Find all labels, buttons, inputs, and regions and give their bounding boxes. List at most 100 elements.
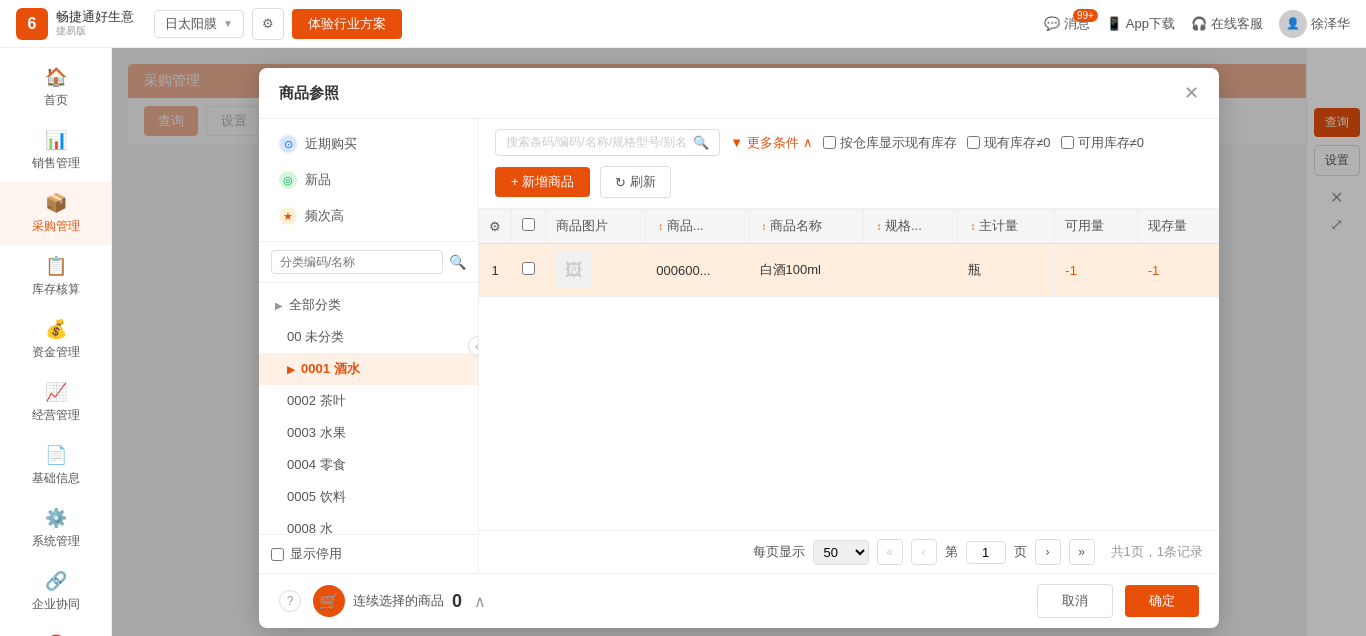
add-product-button[interactable]: + 新增商品: [495, 167, 590, 197]
cat-fruit[interactable]: 0003 水果: [259, 417, 478, 449]
modal-close-icon[interactable]: ✕: [1184, 82, 1199, 104]
sidebar-label-system: 系统管理: [32, 533, 80, 550]
sidebar-item-home[interactable]: 🏠 首页: [0, 56, 111, 119]
th-available: 可用量: [1055, 209, 1137, 244]
quick-recent-purchase[interactable]: ⊙ 近期购买: [271, 129, 466, 159]
user-item[interactable]: 👤 徐泽华: [1279, 10, 1350, 38]
app-download-item[interactable]: 📱 App下载: [1106, 15, 1175, 33]
dropdown-arrow-icon: ▼: [223, 18, 233, 29]
existing-stock-checkbox[interactable]: 现有库存≠0: [967, 134, 1050, 152]
available-stock-checkbox[interactable]: 可用库存≠0: [1061, 134, 1144, 152]
th-product-name[interactable]: ↕ 商品名称: [749, 209, 864, 244]
th-code-sort-icon: ↕: [658, 221, 663, 232]
row-code: 000600...: [646, 244, 749, 297]
sidebar-item-basicinfo[interactable]: 📄 基础信息: [0, 434, 111, 497]
messages-badge: 99+: [1073, 9, 1098, 22]
filter-collapse-icon: ∧: [803, 135, 813, 150]
row-checkbox-cell[interactable]: [512, 244, 546, 297]
show-disabled-checkbox[interactable]: 显示停用: [271, 545, 342, 563]
sidebar-label-operations: 经营管理: [32, 407, 80, 424]
quick-high-freq[interactable]: ★ 频次高: [271, 201, 466, 231]
cat-water-label: 0008 水: [287, 520, 333, 534]
table-scroll[interactable]: ⚙ 商品图片 ↕ 商品...: [479, 209, 1219, 297]
branch-dropdown[interactable]: 日太阳膜 ▼: [154, 10, 244, 38]
basicinfo-icon: 📄: [45, 444, 67, 466]
row-checkbox[interactable]: [522, 262, 535, 275]
product-search-box[interactable]: 搜索条码/编码/名称/规格型号/别名 🔍: [495, 129, 720, 156]
select-all-checkbox[interactable]: [522, 218, 535, 231]
quick-recent-label: 近期购买: [305, 135, 357, 153]
cat-tea[interactable]: 0002 茶叶: [259, 385, 478, 417]
footer-collapse-icon[interactable]: ∧: [474, 592, 486, 611]
existing-stock-input[interactable]: [967, 136, 980, 149]
sidebar-label-basicinfo: 基础信息: [32, 470, 80, 487]
ops-icon: 📈: [45, 381, 67, 403]
cat-drink[interactable]: 0005 饮料: [259, 481, 478, 513]
show-disabled-input[interactable]: [271, 548, 284, 561]
th-spec[interactable]: ↕ 规格...: [864, 209, 958, 244]
cat-liquor[interactable]: ▶ 0001 酒水: [259, 353, 478, 385]
logo-text: 畅捷通好生意: [56, 9, 134, 25]
th-unit[interactable]: ↕ 主计量: [958, 209, 1055, 244]
sidebar-item-collab[interactable]: 🔗 企业协同: [0, 560, 111, 623]
page-number-input[interactable]: [966, 541, 1006, 564]
sidebar-item-operations[interactable]: 📈 经营管理: [0, 371, 111, 434]
available-stock-input[interactable]: [1061, 136, 1074, 149]
th-stock: 现存量: [1137, 209, 1219, 244]
high-freq-icon: ★: [279, 207, 297, 225]
table-row[interactable]: 1 🖼 000600... 白酒100ml: [479, 244, 1219, 297]
filter-icon: ▼: [730, 135, 743, 150]
quick-new-product[interactable]: ◎ 新品: [271, 165, 466, 195]
more-filter-button[interactable]: ▼ 更多条件 ∧: [730, 134, 813, 152]
row-stock: -1: [1137, 244, 1219, 297]
last-page-button[interactable]: »: [1069, 539, 1095, 565]
warehouse-display-checkbox[interactable]: 按仓库显示现有库存: [823, 134, 957, 152]
sidebar-item-system[interactable]: ⚙️ 系统管理: [0, 497, 111, 560]
sidebar-item-inventory[interactable]: 📋 库存核算: [0, 245, 111, 308]
category-search-icon[interactable]: 🔍: [449, 254, 466, 270]
cancel-button[interactable]: 取消: [1037, 584, 1113, 618]
product-table-area: ⚙ 商品图片 ↕ 商品...: [479, 209, 1219, 530]
settings-icon[interactable]: ⚙: [252, 8, 284, 40]
pagination: 每页显示 50 10 20 100 « ‹ 第 页: [479, 530, 1219, 573]
category-search-input[interactable]: [271, 250, 443, 274]
confirm-button[interactable]: 确定: [1125, 585, 1199, 617]
next-page-button[interactable]: ›: [1035, 539, 1061, 565]
th-unit-sort-icon: ↕: [970, 221, 975, 232]
sidebar-item-guide[interactable]: 🎯 新手引导: [0, 623, 111, 636]
per-page-select[interactable]: 50 10 20 100: [813, 540, 869, 565]
sidebar-item-sales[interactable]: 📊 销售管理: [0, 119, 111, 182]
online-service-item[interactable]: 🎧 在线客服: [1191, 15, 1263, 33]
prev-page-button[interactable]: ‹: [911, 539, 937, 565]
messages-item[interactable]: 💬 消息 99+: [1044, 15, 1090, 33]
cart-icon[interactable]: 🛒: [313, 585, 345, 617]
collab-icon: 🔗: [45, 570, 67, 592]
cat-unclassified[interactable]: 00 未分类: [259, 321, 478, 353]
th-settings[interactable]: ⚙: [479, 209, 512, 244]
logo-icon: 6: [16, 8, 48, 40]
cat-water[interactable]: 0008 水: [259, 513, 478, 534]
refresh-button[interactable]: ↻ 刷新: [600, 166, 671, 198]
cat-all[interactable]: ▶ 全部分类: [259, 289, 478, 321]
phone-icon: 📱: [1106, 16, 1122, 31]
sidebar-item-purchase[interactable]: 📦 采购管理: [0, 182, 111, 245]
warehouse-display-input[interactable]: [823, 136, 836, 149]
refresh-label: 刷新: [630, 173, 656, 191]
product-image-placeholder: 🖼: [556, 252, 592, 288]
sales-icon: 📊: [45, 129, 67, 151]
cat-all-arrow-icon: ▶: [275, 300, 283, 311]
first-page-button[interactable]: «: [877, 539, 903, 565]
product-search-icon: 🔍: [693, 135, 709, 150]
product-reference-modal: 商品参照 ✕ ⊙ 近期购买 ◎: [259, 68, 1219, 628]
cat-snack[interactable]: 0004 零食: [259, 449, 478, 481]
top-navbar: 6 畅捷通好生意 捷易版 日太阳膜 ▼ ⚙ 体验行业方案 💬 消息 99+ 📱 …: [0, 0, 1366, 48]
sidebar-item-finance[interactable]: 💰 资金管理: [0, 308, 111, 371]
th-product-code[interactable]: ↕ 商品...: [646, 209, 749, 244]
right-panel: 搜索条码/编码/名称/规格型号/别名 🔍 ▼ 更多条件 ∧ 按仓库显示现有库存: [479, 119, 1219, 573]
modal-overlay: 商品参照 ✕ ⊙ 近期购买 ◎: [112, 48, 1366, 636]
recent-purchase-icon: ⊙: [279, 135, 297, 153]
category-tree: ▶ 全部分类 00 未分类 ▶ 0001 酒水 0002 茶: [259, 283, 478, 534]
modal-body: ⊙ 近期购买 ◎ 新品 ★ 频次高 «: [259, 119, 1219, 573]
help-icon[interactable]: ?: [279, 590, 301, 612]
try-industry-button[interactable]: 体验行业方案: [292, 9, 402, 39]
